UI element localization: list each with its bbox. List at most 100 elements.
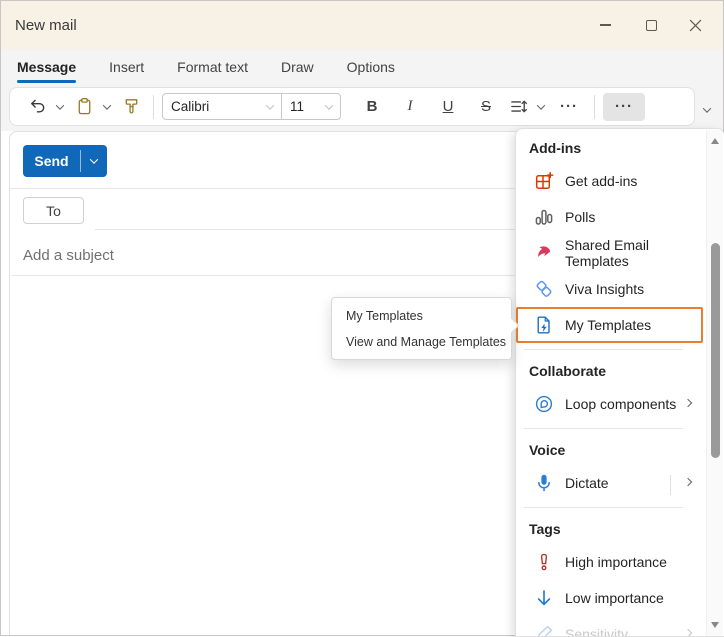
strikethrough-button[interactable]: S (471, 98, 501, 115)
clipboard-icon (75, 97, 94, 116)
chevron-down-icon (266, 101, 274, 109)
format-painter-button[interactable] (118, 93, 145, 121)
menu-item-label: Dictate (565, 475, 609, 491)
close-button[interactable] (673, 1, 717, 49)
paste-button[interactable] (71, 93, 98, 121)
tab-insert[interactable]: Insert (109, 49, 144, 85)
tab-label: Draw (281, 59, 314, 75)
menu-item-sensitivity: Sensitivity (516, 616, 703, 637)
maximize-icon (646, 20, 657, 31)
dictate-icon (534, 473, 554, 493)
scrollbar-thumb[interactable] (711, 243, 720, 458)
undo-button[interactable] (24, 93, 51, 121)
submenu-item-view-and-manage-templates[interactable]: View and Manage Templates (332, 329, 511, 355)
selected-tab-underline (17, 80, 76, 83)
new-mail-window: New mail Message Insert Format text Draw Opt… (0, 0, 724, 636)
recipients-input[interactable] (100, 200, 510, 226)
window-title: New mail (15, 17, 77, 34)
line-spacing-dropdown-icon[interactable] (537, 101, 545, 109)
shared-templates-icon (534, 243, 554, 263)
more-formatting-button[interactable]: ··· (552, 98, 586, 115)
my-templates-icon (534, 315, 554, 335)
minimize-button[interactable] (583, 1, 627, 49)
menu-item-label: My Templates (565, 317, 651, 333)
menu-item-loop-components[interactable]: Loop components (516, 386, 703, 422)
chevron-down-icon (325, 101, 333, 109)
menu-item-label: Get add-ins (565, 173, 637, 189)
underline-button[interactable]: U (433, 98, 463, 115)
font-name-value: Calibri (171, 99, 209, 114)
loop-icon (534, 394, 554, 414)
tab-label: Message (17, 59, 76, 75)
menu-item-label: Shared Email Templates (565, 237, 701, 269)
undo-icon (28, 97, 47, 116)
format-painter-icon (122, 97, 141, 116)
line-spacing-icon (509, 97, 528, 116)
tab-options[interactable]: Options (347, 49, 395, 85)
maximize-button[interactable] (629, 1, 673, 49)
tab-draw[interactable]: Draw (281, 49, 314, 85)
send-button[interactable]: Send (23, 145, 80, 177)
menu-item-label: High importance (565, 554, 667, 570)
toolbar-separator (153, 95, 154, 119)
viva-insights-icon (534, 279, 554, 299)
panel-section-title-voice: Voice (516, 435, 705, 465)
scroll-down-icon[interactable] (711, 622, 719, 628)
collapse-ribbon-button[interactable] (697, 101, 717, 119)
menu-item-high-importance[interactable]: High importance (516, 544, 703, 580)
menu-item-dictate[interactable]: Dictate (516, 465, 703, 501)
bold-button[interactable]: B (357, 98, 387, 115)
polls-icon (534, 207, 554, 227)
sensitivity-icon (534, 624, 554, 637)
font-size-select[interactable]: 11 (281, 93, 341, 120)
divider (670, 475, 671, 495)
tab-message[interactable]: Message (17, 49, 76, 85)
chevron-right-icon (684, 399, 692, 407)
italic-button[interactable]: I (395, 98, 425, 115)
overflow-menu-panel: Add-ins Get add-ins Polls Shared Email Temp… (515, 128, 724, 637)
font-size-value: 11 (290, 99, 304, 114)
chevron-right-icon (684, 478, 692, 486)
menu-item-low-importance[interactable]: Low importance (516, 580, 703, 616)
submenu-item-my-templates[interactable]: My Templates (332, 303, 511, 329)
menu-item-shared-email-templates[interactable]: Shared Email Templates (516, 235, 703, 271)
tab-label: Insert (109, 59, 144, 75)
send-split-button: Send (23, 145, 107, 177)
undo-dropdown-icon[interactable] (56, 101, 64, 109)
close-icon (689, 19, 702, 32)
menu-item-label: Viva Insights (565, 281, 644, 297)
tab-label: Options (347, 59, 395, 75)
get-addins-icon (534, 171, 554, 191)
to-button[interactable]: To (23, 197, 84, 224)
menu-item-my-templates[interactable]: My Templates (516, 307, 703, 343)
chevron-down-icon (703, 104, 711, 112)
menu-item-label: Low importance (565, 590, 664, 606)
chevron-down-icon (90, 155, 98, 163)
titlebar: New mail (1, 1, 723, 49)
panel-scrollbar[interactable] (706, 130, 723, 636)
panel-section-title-add-ins: Add-ins (516, 133, 705, 163)
scroll-up-icon[interactable] (711, 138, 719, 144)
tab-label: Format text (177, 59, 248, 75)
menu-item-label: Sensitivity (565, 626, 628, 637)
paste-dropdown-icon[interactable] (103, 101, 111, 109)
toolbar-separator (594, 95, 595, 119)
panel-section-title-collaborate: Collaborate (516, 356, 705, 386)
font-name-select[interactable]: Calibri (162, 93, 282, 120)
tab-format-text[interactable]: Format text (177, 49, 248, 85)
templates-submenu: My TemplatesView and Manage Templates (331, 297, 512, 360)
overflow-menu-button[interactable]: ··· (603, 93, 645, 121)
high-importance-icon (534, 552, 554, 572)
section-divider (524, 428, 683, 429)
ribbon-toolband: Calibri 11 B I U S ··· ··· (1, 85, 723, 131)
send-options-button[interactable] (81, 145, 107, 177)
line-spacing-button[interactable] (505, 93, 532, 121)
menu-item-label: Polls (565, 209, 595, 225)
menu-item-viva-insights[interactable]: Viva Insights (516, 271, 703, 307)
menu-item-polls[interactable]: Polls (516, 199, 703, 235)
subject-input[interactable] (23, 242, 503, 268)
recipients-underline (95, 229, 516, 230)
ribbon-tabstrip: Message Insert Format text Draw Options (1, 49, 723, 85)
menu-item-get-add-ins[interactable]: Get add-ins (516, 163, 703, 199)
minimize-icon (600, 24, 611, 26)
